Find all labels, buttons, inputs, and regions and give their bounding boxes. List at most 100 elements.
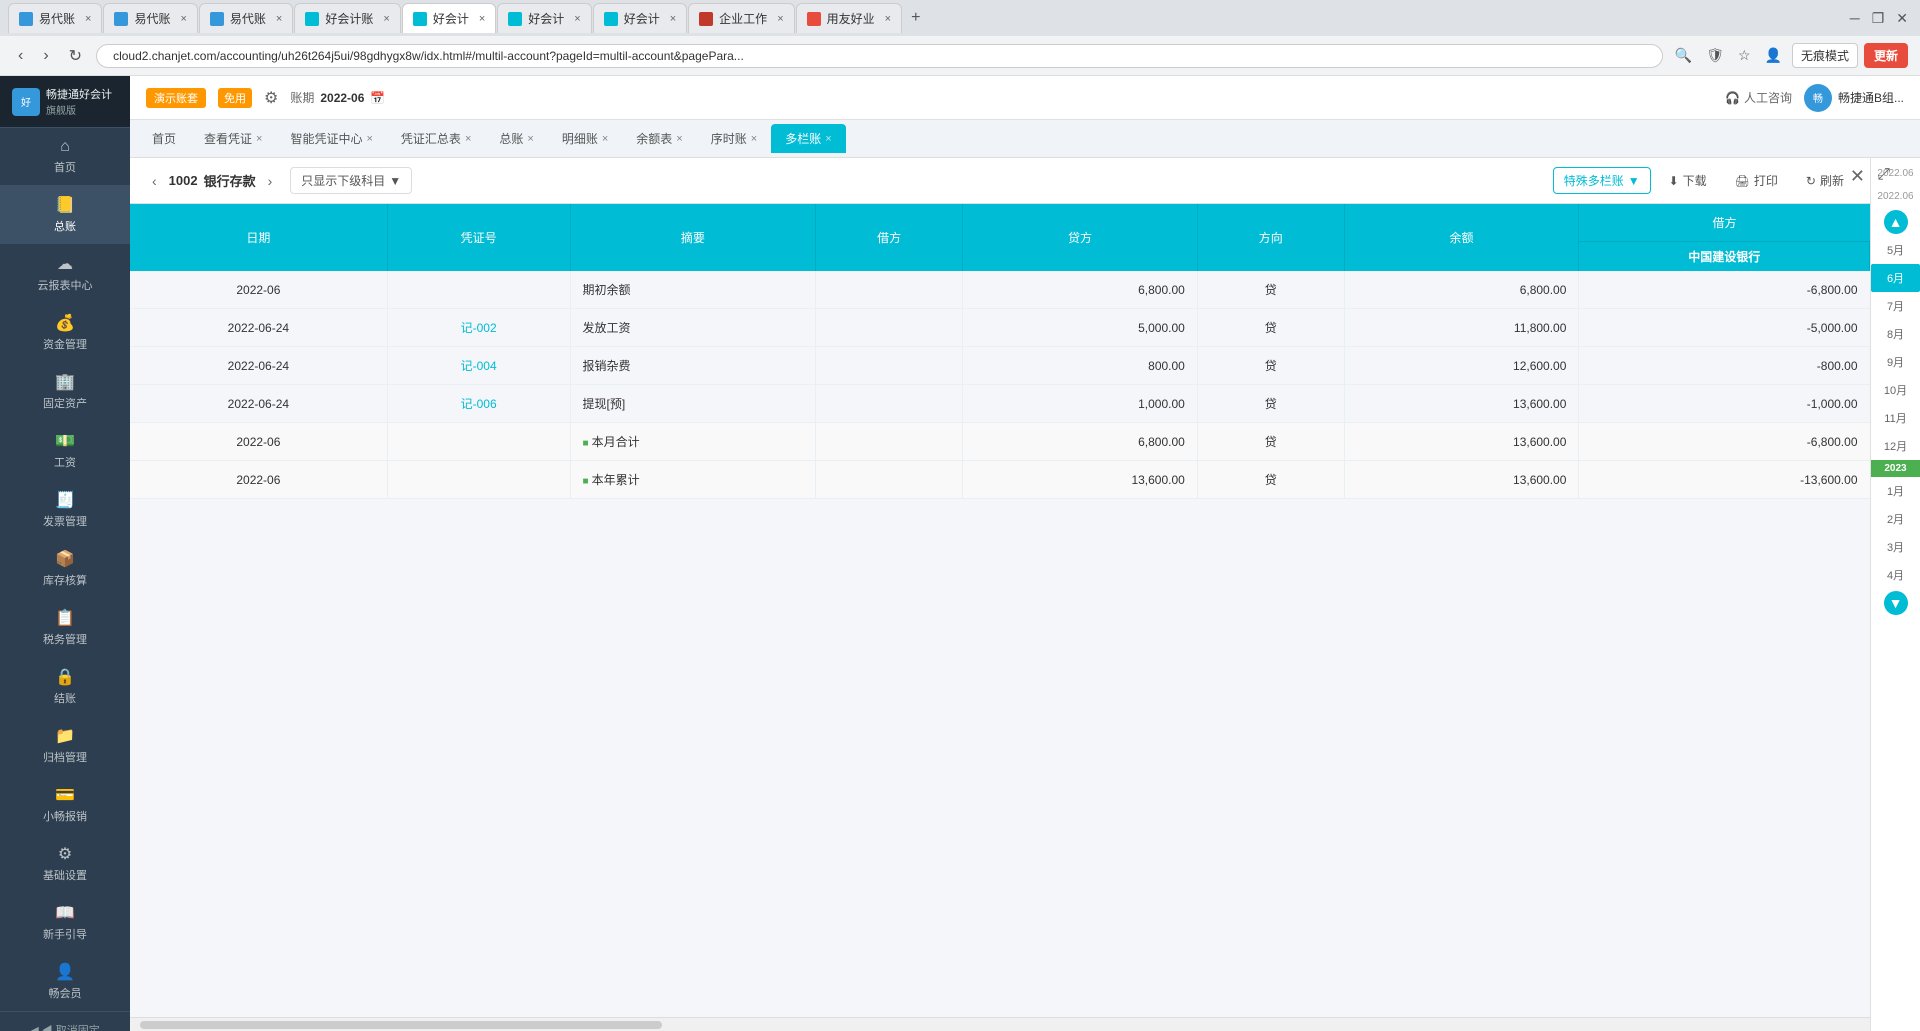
tab-9[interactable]: 用友好业 × bbox=[796, 3, 902, 33]
service-button[interactable]: 🎧 人工咨询 bbox=[1725, 89, 1792, 106]
profile-icon[interactable]: 👤 bbox=[1761, 43, 1786, 68]
tab-page-multi[interactable]: 多栏账 × bbox=[771, 124, 845, 153]
search-icon[interactable]: 🔍 bbox=[1671, 43, 1696, 68]
month-8[interactable]: 8月 bbox=[1871, 320, 1920, 348]
user-area[interactable]: 畅 畅捷通B组... bbox=[1804, 84, 1904, 112]
filter-button[interactable]: 只显示下级科目 ▼ bbox=[290, 167, 412, 194]
tab-page-close-voucher[interactable]: × bbox=[256, 133, 262, 145]
scroll-down-button[interactable]: ▼ bbox=[1884, 591, 1908, 615]
tab-close-8[interactable]: × bbox=[777, 13, 783, 25]
tab-close-4[interactable]: × bbox=[383, 13, 389, 25]
sidebar-item-inventory[interactable]: 📦 库存核算 bbox=[0, 539, 130, 598]
demo-badge[interactable]: 演示账套 bbox=[146, 88, 206, 108]
sidebar-item-expense[interactable]: 💳 小畅报销 bbox=[0, 775, 130, 834]
tab-page-close-general[interactable]: × bbox=[527, 133, 533, 145]
print-button[interactable]: 🖨 打印 bbox=[1725, 168, 1788, 193]
voucher-link[interactable]: 记-004 bbox=[461, 359, 497, 373]
tab-page-close-detail[interactable]: × bbox=[602, 133, 608, 145]
tab-5[interactable]: 好会计 × bbox=[402, 3, 496, 33]
month-9[interactable]: 9月 bbox=[1871, 348, 1920, 376]
refresh-button[interactable]: ↻ 刷新 bbox=[1796, 168, 1854, 193]
gear-icon[interactable]: ⚙ bbox=[264, 88, 278, 108]
user-name: 畅捷通B组... bbox=[1838, 89, 1904, 106]
download-button[interactable]: ⬇ 下载 bbox=[1659, 168, 1717, 193]
month-7[interactable]: 7月 bbox=[1871, 292, 1920, 320]
calendar-icon[interactable]: 📅 bbox=[370, 91, 385, 105]
sidebar-item-member[interactable]: 👤 畅会员 bbox=[0, 952, 130, 1011]
tab-page-sequence[interactable]: 序时账 × bbox=[697, 124, 771, 153]
tab-close-2[interactable]: × bbox=[180, 13, 186, 25]
tab-8[interactable]: 企业工作 × bbox=[688, 3, 794, 33]
shield-icon[interactable]: 🛡 bbox=[1702, 43, 1728, 68]
tab-page-summary[interactable]: 凭证汇总表 × bbox=[387, 124, 485, 153]
tab-page-close-summary[interactable]: × bbox=[465, 133, 471, 145]
tab-close-6[interactable]: × bbox=[574, 13, 580, 25]
sidebar-item-settings[interactable]: ⚙ 基础设置 bbox=[0, 834, 130, 893]
cell-voucher-no[interactable]: 记-002 bbox=[387, 309, 570, 347]
tab-4[interactable]: 好会计账 × bbox=[294, 3, 400, 33]
multi-col-button[interactable]: 特殊多栏账 ▼ bbox=[1553, 167, 1651, 194]
month-5[interactable]: 5月 bbox=[1871, 236, 1920, 264]
month-6[interactable]: 6月 bbox=[1871, 264, 1920, 292]
voucher-link[interactable]: 记-002 bbox=[461, 321, 497, 335]
tab-page-general[interactable]: 总账 × bbox=[485, 124, 547, 153]
back-button[interactable]: ‹ bbox=[12, 43, 29, 69]
sidebar-item-salary[interactable]: 💵 工资 bbox=[0, 421, 130, 480]
voucher-link[interactable]: 记-006 bbox=[461, 397, 497, 411]
minimize-button[interactable]: ─ bbox=[1846, 6, 1864, 31]
sidebar-item-cloud[interactable]: ☁ 云报表中心 bbox=[0, 244, 130, 303]
close-content-button[interactable]: ✕ bbox=[1850, 166, 1865, 187]
cell-voucher-no[interactable]: 记-006 bbox=[387, 385, 570, 423]
tab-7[interactable]: 好会计 × bbox=[593, 3, 687, 33]
month-2023-4[interactable]: 4月 bbox=[1871, 561, 1920, 589]
month-2023-3[interactable]: 3月 bbox=[1871, 533, 1920, 561]
bottom-scrollbar[interactable] bbox=[130, 1017, 1870, 1031]
tab-close-3[interactable]: × bbox=[276, 13, 282, 25]
prev-account-button[interactable]: ‹ bbox=[146, 171, 163, 191]
tab-1[interactable]: 易代账 × bbox=[8, 3, 102, 33]
tab-page-close-smart[interactable]: × bbox=[366, 133, 372, 145]
tab-6[interactable]: 好会计 × bbox=[497, 3, 591, 33]
forward-button[interactable]: › bbox=[37, 43, 54, 69]
star-icon[interactable]: ☆ bbox=[1734, 43, 1755, 68]
tab-page-close-sequence[interactable]: × bbox=[751, 133, 757, 145]
tab-page-voucher[interactable]: 查看凭证 × bbox=[190, 124, 276, 153]
sidebar-item-archive[interactable]: 📁 归档管理 bbox=[0, 716, 130, 775]
reload-button[interactable]: ↻ bbox=[63, 42, 88, 70]
update-button[interactable]: 更新 bbox=[1864, 43, 1908, 68]
new-tab-button[interactable]: + bbox=[903, 5, 928, 31]
tab-close-7[interactable]: × bbox=[670, 13, 676, 25]
tab-2[interactable]: 易代账 × bbox=[103, 3, 197, 33]
tab-page-smart[interactable]: 智能凭证中心 × bbox=[276, 124, 386, 153]
sidebar-item-tax[interactable]: 📋 税务管理 bbox=[0, 598, 130, 657]
cell-voucher-no[interactable]: 记-004 bbox=[387, 347, 570, 385]
tab-3[interactable]: 易代账 × bbox=[199, 3, 293, 33]
month-2023-2[interactable]: 2月 bbox=[1871, 505, 1920, 533]
tab-page-close-multi[interactable]: × bbox=[825, 133, 831, 145]
month-12[interactable]: 12月 bbox=[1871, 432, 1920, 460]
scroll-up-button[interactable]: ▲ bbox=[1884, 210, 1908, 234]
tab-page-balance[interactable]: 余额表 × bbox=[622, 124, 696, 153]
next-account-button[interactable]: › bbox=[262, 171, 279, 191]
sidebar-item-close[interactable]: 🔒 结账 bbox=[0, 657, 130, 716]
sidebar-item-invoice[interactable]: 🧾 发票管理 bbox=[0, 480, 130, 539]
tab-page-close-balance[interactable]: × bbox=[676, 133, 682, 145]
close-window-button[interactable]: ✕ bbox=[1892, 6, 1912, 31]
wuhen-button[interactable]: 无痕模式 bbox=[1792, 43, 1858, 68]
tab-close-9[interactable]: × bbox=[885, 13, 891, 25]
month-11[interactable]: 11月 bbox=[1871, 404, 1920, 432]
unfix-button[interactable]: ◀ ◀ 取消固定 bbox=[0, 1012, 130, 1031]
tab-page-detail[interactable]: 明细账 × bbox=[548, 124, 622, 153]
sidebar-item-guide[interactable]: 📖 新手引导 bbox=[0, 893, 130, 952]
restore-button[interactable]: ❐ bbox=[1868, 6, 1889, 31]
sidebar-item-assets[interactable]: 🏢 固定资产 bbox=[0, 362, 130, 421]
sidebar-item-ledger[interactable]: 📒 总账 bbox=[0, 185, 130, 244]
tab-page-home[interactable]: 首页 bbox=[138, 124, 190, 153]
url-input[interactable] bbox=[96, 44, 1663, 68]
sidebar-item-fund[interactable]: 💰 资金管理 bbox=[0, 303, 130, 362]
month-2023-1[interactable]: 1月 bbox=[1871, 477, 1920, 505]
sidebar-item-home[interactable]: ⌂ 首页 bbox=[0, 128, 130, 185]
tab-close-1[interactable]: × bbox=[85, 13, 91, 25]
month-10[interactable]: 10月 bbox=[1871, 376, 1920, 404]
tab-close-5[interactable]: × bbox=[479, 13, 485, 25]
